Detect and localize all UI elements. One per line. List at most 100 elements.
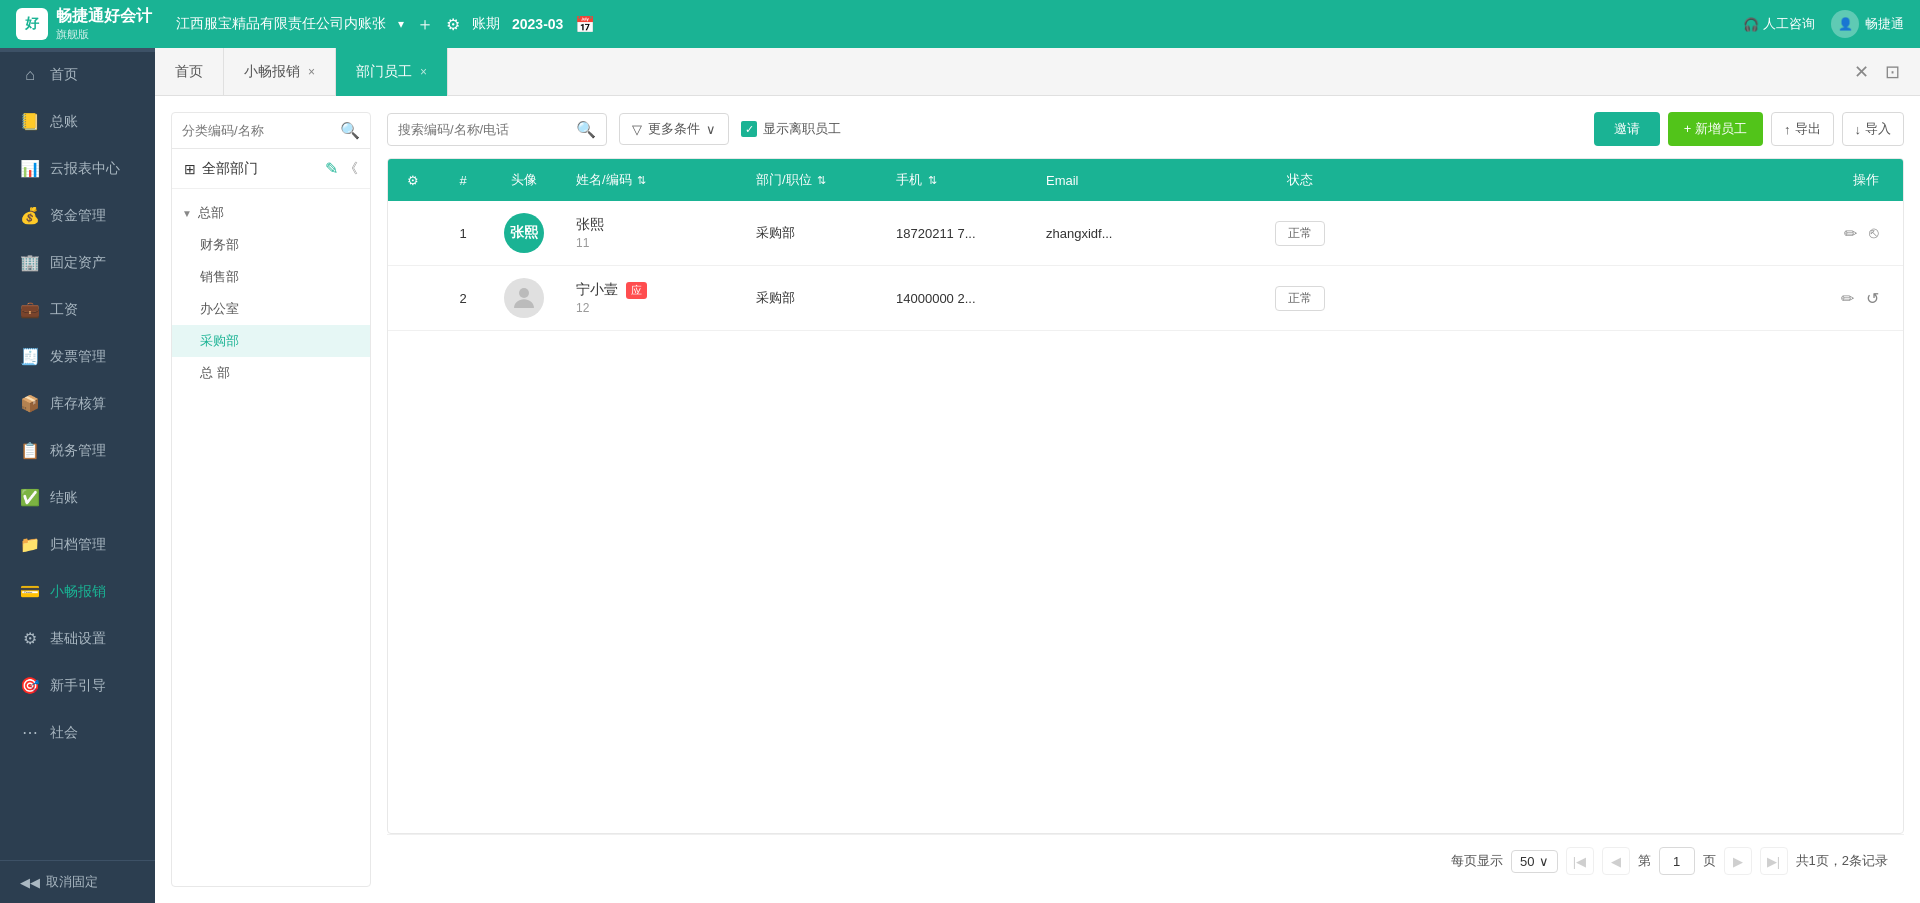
col-phone[interactable]: 手机 ⇅ bbox=[880, 159, 1030, 201]
invite-label: 邀请 bbox=[1614, 121, 1640, 136]
add-company-button[interactable]: ＋ bbox=[416, 12, 434, 36]
table-row: 1 张熙 张熙 11 采购部 bbox=[388, 201, 1903, 266]
export-button[interactable]: ↑ 导出 bbox=[1771, 112, 1834, 146]
dept-tree-item-office[interactable]: 办公室 bbox=[172, 293, 370, 325]
page-number-input[interactable] bbox=[1659, 847, 1695, 875]
tab-bar: 首页 小畅报销 × 部门员工 × ✕ ⊡ bbox=[155, 48, 1920, 96]
dept-tree-item-sales[interactable]: 销售部 bbox=[172, 261, 370, 293]
more-icon: ⋯ bbox=[20, 723, 40, 742]
sidebar-item-home[interactable]: ⌂ 首页 bbox=[0, 52, 155, 98]
sidebar-item-tax[interactable]: 📋 税务管理 bbox=[0, 427, 155, 474]
show-resigned-checkbox[interactable]: ✓ bbox=[741, 121, 757, 137]
col-settings[interactable]: ⚙ bbox=[388, 159, 438, 201]
cancel-pin-button[interactable]: ◀◀ 取消固定 bbox=[0, 860, 155, 903]
guide-icon: 🎯 bbox=[20, 676, 40, 695]
per-page-select[interactable]: 50 ∨ bbox=[1511, 850, 1557, 873]
add-employee-button[interactable]: + 新增员工 bbox=[1668, 112, 1763, 146]
row2-name-code: 宁小壹 应 12 bbox=[576, 281, 724, 315]
page-label: 第 bbox=[1638, 852, 1651, 870]
user-area[interactable]: 👤 畅捷通 bbox=[1831, 10, 1904, 38]
employee-search-icon[interactable]: 🔍 bbox=[576, 120, 596, 139]
tab-dept-employee-close[interactable]: × bbox=[420, 65, 427, 79]
dept-edit-icon[interactable]: ✎ bbox=[325, 159, 338, 178]
col-name[interactable]: 姓名/编码 ⇅ bbox=[560, 159, 740, 201]
triangle-icon: ▼ bbox=[182, 208, 192, 219]
dept-all-label: 全部部门 bbox=[202, 160, 258, 178]
import-button[interactable]: ↓ 导入 bbox=[1842, 112, 1905, 146]
page-last-button[interactable]: ▶| bbox=[1760, 847, 1788, 875]
sidebar: ⌂ 首页 📒 总账 📊 云报表中心 💰 资金管理 🏢 固定资产 💼 工资 🧾 发… bbox=[0, 48, 155, 903]
row1-num: 1 bbox=[438, 201, 488, 266]
row1-status-badge: 正常 bbox=[1275, 221, 1325, 246]
page-content: 🔍 ⊞ 全部部门 ✎ 《 ▼ 总部 bbox=[155, 96, 1920, 903]
sidebar-label-settle: 结账 bbox=[50, 489, 78, 507]
row2-avatar bbox=[504, 278, 544, 318]
dept-tree-item-general-hq[interactable]: 总 部 bbox=[172, 357, 370, 389]
headset-icon: 🎧 bbox=[1743, 17, 1759, 32]
filter-icon: ▽ bbox=[632, 122, 642, 137]
dept-search-icon[interactable]: 🔍 bbox=[340, 121, 360, 140]
tab-dept-employee[interactable]: 部门员工 × bbox=[336, 48, 448, 96]
settle-icon: ✅ bbox=[20, 488, 40, 507]
row2-edit-icon[interactable]: ✏ bbox=[1841, 289, 1854, 308]
dept-tree-item-finance[interactable]: 财务部 bbox=[172, 229, 370, 261]
invite-button[interactable]: 邀请 bbox=[1594, 112, 1660, 146]
company-name: 江西服宝精品有限责任公司内账张 bbox=[176, 15, 386, 33]
sidebar-item-expense[interactable]: 💳 小畅报销 bbox=[0, 568, 155, 615]
support-button[interactable]: 🎧 人工咨询 bbox=[1743, 15, 1815, 33]
col-avatar: 头像 bbox=[488, 159, 560, 201]
reports-icon: 📊 bbox=[20, 159, 40, 178]
tab-home[interactable]: 首页 bbox=[155, 48, 224, 96]
employee-search-input[interactable] bbox=[398, 122, 570, 137]
tab-close-button[interactable]: ✕ bbox=[1850, 57, 1873, 87]
sidebar-item-invoice[interactable]: 🧾 发票管理 bbox=[0, 333, 155, 380]
tab-expand-button[interactable]: ⊡ bbox=[1881, 57, 1904, 87]
row1-action-icons: ✏ ⎋ bbox=[1386, 224, 1879, 243]
sidebar-item-reports[interactable]: 📊 云报表中心 bbox=[0, 145, 155, 192]
logo-area: 好 畅捷通好会计 旗舰版 bbox=[16, 6, 156, 42]
sidebar-item-archive[interactable]: 📁 归档管理 bbox=[0, 521, 155, 568]
sidebar-item-payroll[interactable]: 💼 工资 bbox=[0, 286, 155, 333]
tab-expense-close[interactable]: × bbox=[308, 65, 315, 79]
dept-collapse-icon[interactable]: 《 bbox=[344, 160, 358, 178]
tab-expense[interactable]: 小畅报销 × bbox=[224, 48, 336, 96]
row1-edit-icon[interactable]: ✏ bbox=[1844, 224, 1857, 243]
filter-label: 更多条件 bbox=[648, 120, 700, 138]
sidebar-item-fixed-assets[interactable]: 🏢 固定资产 bbox=[0, 239, 155, 286]
dept-header-actions: ✎ 《 bbox=[325, 159, 358, 178]
user-avatar: 👤 bbox=[1831, 10, 1859, 38]
header-right: 🎧 人工咨询 👤 畅捷通 bbox=[1743, 10, 1904, 38]
dept-tree-item-purchase[interactable]: 采购部 bbox=[172, 325, 370, 357]
sidebar-label-invoice: 发票管理 bbox=[50, 348, 106, 366]
sidebar-item-more[interactable]: ⋯ 社会 bbox=[0, 709, 155, 756]
header-setting-icon[interactable]: ⚙ bbox=[446, 15, 460, 34]
sidebar-item-fund[interactable]: 💰 资金管理 bbox=[0, 192, 155, 239]
company-dropdown-arrow[interactable]: ▾ bbox=[398, 17, 404, 31]
page-next-button[interactable]: ▶ bbox=[1724, 847, 1752, 875]
sidebar-item-ledger[interactable]: 📒 总账 bbox=[0, 98, 155, 145]
logo-icon: 好 bbox=[16, 8, 48, 40]
dept-search-input[interactable] bbox=[182, 123, 334, 138]
col-name-label: 姓名/编码 bbox=[576, 172, 632, 187]
page-first-button[interactable]: |◀ bbox=[1566, 847, 1594, 875]
sidebar-item-guide[interactable]: 🎯 新手引导 bbox=[0, 662, 155, 709]
col-dept[interactable]: 部门/职位 ⇅ bbox=[740, 159, 880, 201]
calendar-icon[interactable]: 📅 bbox=[575, 15, 595, 34]
search-box: 🔍 bbox=[387, 113, 607, 146]
import-label: 导入 bbox=[1865, 120, 1891, 138]
inventory-icon: 📦 bbox=[20, 394, 40, 413]
row2-refresh-icon[interactable]: ↺ bbox=[1866, 289, 1879, 308]
filter-button[interactable]: ▽ 更多条件 ∨ bbox=[619, 113, 729, 145]
sidebar-item-settle[interactable]: ✅ 结账 bbox=[0, 474, 155, 521]
sidebar-label-fixed-assets: 固定资产 bbox=[50, 254, 106, 272]
row1-status-cell: 正常 bbox=[1230, 201, 1370, 266]
col-action: 操作 bbox=[1370, 159, 1903, 201]
sidebar-item-settings[interactable]: ⚙ 基础设置 bbox=[0, 615, 155, 662]
import-icon: ↓ bbox=[1855, 122, 1862, 137]
page-prev-button[interactable]: ◀ bbox=[1602, 847, 1630, 875]
sidebar-item-inventory[interactable]: 📦 库存核算 bbox=[0, 380, 155, 427]
row1-logout-icon[interactable]: ⎋ bbox=[1869, 224, 1879, 242]
dept-tree-item-hq[interactable]: ▼ 总部 bbox=[172, 197, 370, 229]
support-label: 人工咨询 bbox=[1763, 15, 1815, 33]
col-name-sort-icon: ⇅ bbox=[637, 174, 646, 186]
